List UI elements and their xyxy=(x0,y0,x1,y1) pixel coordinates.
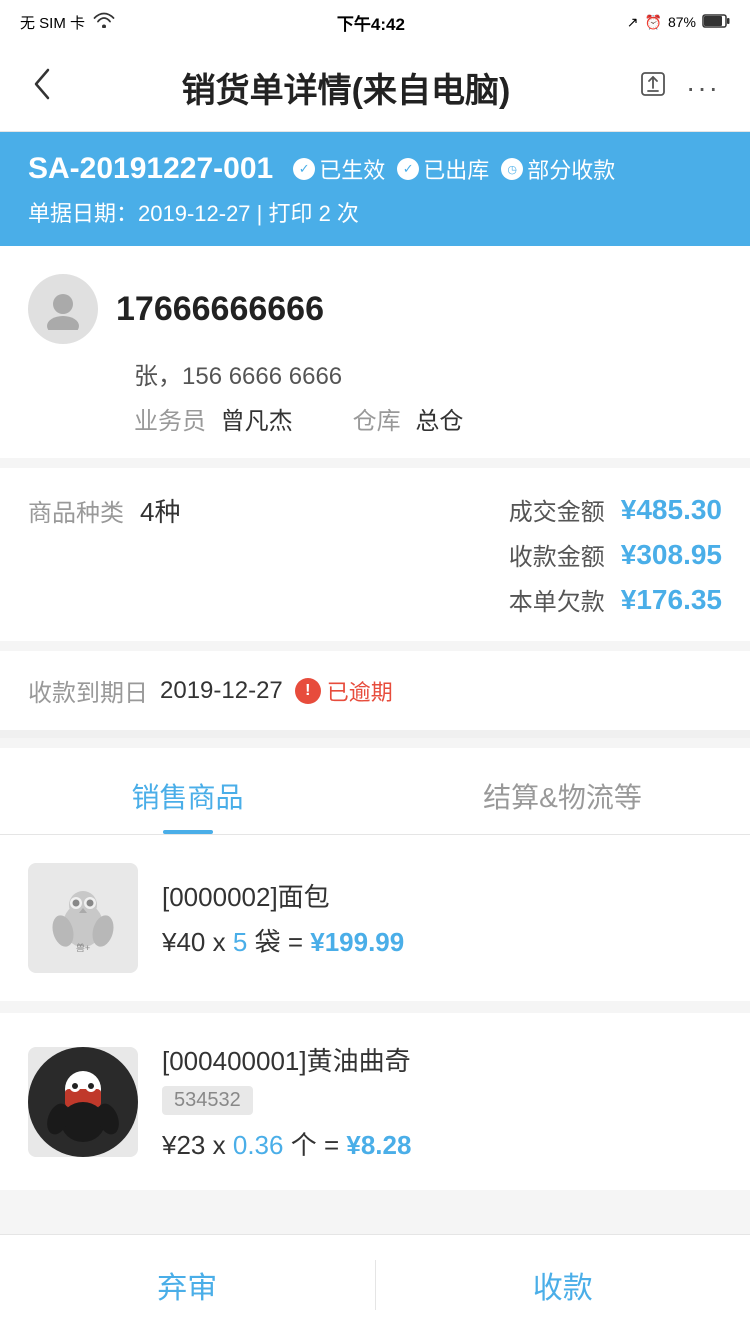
badge-effective: ✓ 已生效 xyxy=(293,153,385,185)
status-badges: ✓ 已生效 ✓ 已出库 ◷ 部分收款 xyxy=(293,153,615,185)
page-title: 销货单详情(来自电脑) xyxy=(182,63,511,112)
reject-button[interactable]: 弃审 xyxy=(0,1263,375,1307)
product-type-label: 商品种类 xyxy=(28,493,124,528)
deal-amount-row: 成交金额 ¥485.30 xyxy=(509,492,722,527)
total-1: ¥199.99 xyxy=(310,927,404,957)
unit-2: 个 xyxy=(291,1130,317,1160)
overdue-icon: ! xyxy=(295,678,321,704)
received-amount-row: 收款金额 ¥308.95 xyxy=(509,537,722,572)
product-thumb-1: 兽+ xyxy=(28,863,138,973)
product-info-2: [000400001]黄油曲奇 534532 ¥23 x 0.36 个 = ¥8… xyxy=(162,1041,722,1162)
customer-avatar xyxy=(28,274,98,344)
product-info-1: [0000002]面包 ¥40 x 5 袋 = ¥199.99 xyxy=(162,877,722,959)
unit-1: 袋 xyxy=(255,927,281,957)
customer-id: 17666666666 xyxy=(116,290,324,329)
qty-1: 5 xyxy=(233,927,247,957)
battery-percent: 87% xyxy=(668,14,696,30)
warehouse-label: 仓库 xyxy=(353,408,401,435)
customer-name-phone: 张，156 6666 6666 xyxy=(134,356,722,391)
deal-amount-label: 成交金额 xyxy=(509,492,605,527)
location-icon: ↗ xyxy=(627,14,639,31)
back-button[interactable] xyxy=(30,66,52,109)
status-right: ↗ ⏰ 87% xyxy=(627,13,730,32)
due-label: 收款到期日 xyxy=(28,673,148,708)
nav-bar: 销货单详情(来自电脑) ··· xyxy=(0,44,750,132)
wifi-icon xyxy=(93,12,115,32)
badge-shipped: ✓ 已出库 xyxy=(397,153,489,185)
debt-label: 本单欠款 xyxy=(509,582,605,617)
warehouse-value: 总仓 xyxy=(415,408,463,435)
order-number: SA-20191227-001 xyxy=(28,152,273,186)
total-2: ¥8.28 xyxy=(346,1130,411,1160)
more-icon[interactable]: ··· xyxy=(686,72,720,104)
due-date-value: 2019-12-27 xyxy=(160,677,283,705)
collect-button[interactable]: 收款 xyxy=(376,1263,750,1307)
debt-value: ¥176.35 xyxy=(621,584,722,616)
customer-section: 17666666666 张，156 6666 6666 业务员 曾凡杰 仓库 总… xyxy=(0,246,750,458)
received-value: ¥308.95 xyxy=(621,539,722,571)
product-type-stats: 商品种类 4种 xyxy=(28,492,375,529)
qty-2: 0.36 xyxy=(233,1130,284,1160)
order-header: SA-20191227-001 ✓ 已生效 ✓ 已出库 ◷ 部分收款 单据日期：… xyxy=(0,132,750,246)
product-thumb-2 xyxy=(28,1047,138,1157)
time-display: 下午4:42 xyxy=(337,10,405,35)
salesperson-value: 曾凡杰 xyxy=(221,408,293,435)
tab-settlement-logistics[interactable]: 结算&物流等 xyxy=(375,748,750,834)
order-sub-info: 单据日期：2019-12-27 | 打印 2 次 xyxy=(28,196,722,228)
stats-section: 商品种类 4种 成交金额 ¥485.30 收款金额 ¥308.95 本单欠款 ¥… xyxy=(0,468,750,641)
overdue-text: 已逾期 xyxy=(327,675,393,707)
deal-amount-value: ¥485.30 xyxy=(621,494,722,526)
check-icon: ✓ xyxy=(299,161,310,177)
status-bar: 无 SIM 卡 下午4:42 ↗ ⏰ 87% xyxy=(0,0,750,44)
product-item-1: 兽+ [0000002]面包 ¥40 x 5 袋 = ¥199.99 xyxy=(0,835,750,1001)
badge-partial: ◷ 部分收款 xyxy=(501,153,615,185)
bottom-bar: 弃审 收款 xyxy=(0,1234,750,1334)
price-1: ¥40 xyxy=(162,927,205,957)
overdue-badge: ! 已逾期 xyxy=(295,675,393,707)
warehouse-field: 仓库 总仓 xyxy=(353,401,464,436)
product-sku-2: 534532 xyxy=(162,1086,253,1115)
export-icon[interactable] xyxy=(640,71,666,104)
product-item-2: [000400001]黄油曲奇 534532 ¥23 x 0.36 个 = ¥8… xyxy=(0,1013,750,1190)
tab-sales-products[interactable]: 销售商品 xyxy=(0,748,375,834)
product-price-1: ¥40 x 5 袋 = ¥199.99 xyxy=(162,922,722,959)
due-date-section: 收款到期日 2019-12-27 ! 已逾期 xyxy=(0,651,750,738)
received-label: 收款金额 xyxy=(509,537,605,572)
salesperson-field: 业务员 曾凡杰 xyxy=(134,401,293,436)
amount-stats: 成交金额 ¥485.30 收款金额 ¥308.95 本单欠款 ¥176.35 xyxy=(375,492,722,617)
battery-icon xyxy=(702,13,730,32)
product-name-1: [0000002]面包 xyxy=(162,877,722,914)
customer-meta: 业务员 曾凡杰 仓库 总仓 xyxy=(134,401,722,436)
debt-amount-row: 本单欠款 ¥176.35 xyxy=(509,582,722,617)
price-2: ¥23 xyxy=(162,1130,205,1160)
product-type-value: 4种 xyxy=(140,492,180,529)
salesperson-label: 业务员 xyxy=(134,408,206,435)
clock-icon: ◷ xyxy=(507,163,517,176)
product-price-2: ¥23 x 0.36 个 = ¥8.28 xyxy=(162,1125,722,1162)
alarm-icon: ⏰ xyxy=(645,14,662,31)
sim-status: 无 SIM 卡 xyxy=(20,12,85,33)
svg-text:兽+: 兽+ xyxy=(76,942,90,953)
status-left: 无 SIM 卡 xyxy=(20,12,115,33)
product-name-2: [000400001]黄油曲奇 xyxy=(162,1041,722,1078)
check-icon-2: ✓ xyxy=(403,161,414,177)
nav-actions: ··· xyxy=(640,71,720,104)
tabs-section: 销售商品 结算&物流等 xyxy=(0,748,750,835)
